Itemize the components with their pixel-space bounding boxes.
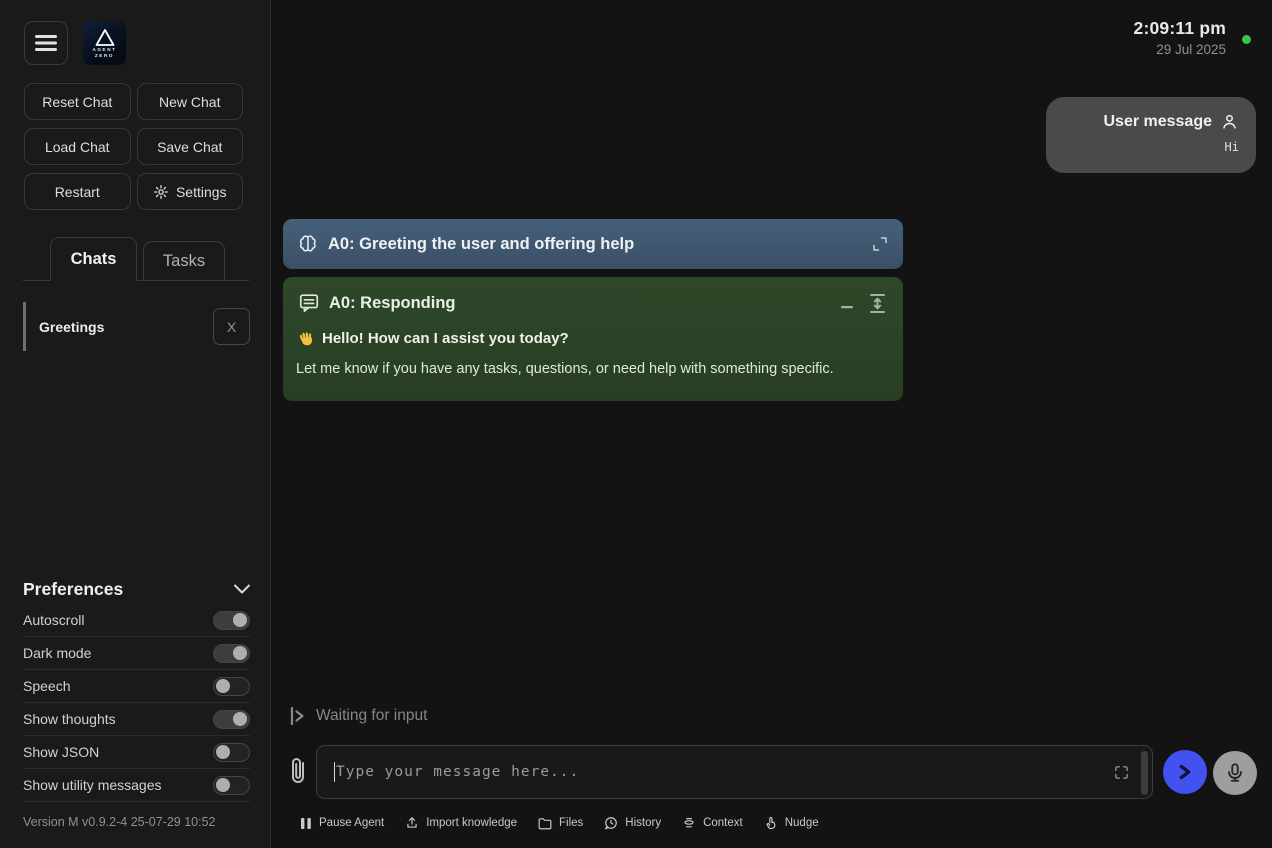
expand-diagonal-icon[interactable] <box>871 235 889 253</box>
history-button[interactable]: History <box>604 816 661 830</box>
show-utility-messages-toggle[interactable] <box>213 775 250 795</box>
chat-list: Greetings X <box>23 302 250 351</box>
autoscroll-toggle[interactable] <box>213 610 250 630</box>
person-icon <box>1220 112 1239 131</box>
user-message-body: Hi <box>1224 140 1239 154</box>
load-chat-button[interactable]: Load Chat <box>24 128 131 165</box>
pref-row-autoscroll: Autoscroll <box>23 604 250 637</box>
new-chat-button[interactable]: New Chat <box>136 83 243 120</box>
preferences-section: Preferences Autoscroll Dark mode Speech … <box>23 574 250 829</box>
pref-row-show-thoughts: Show thoughts <box>23 703 250 736</box>
preferences-header[interactable]: Preferences <box>23 574 250 604</box>
nudge-icon <box>764 816 778 830</box>
expand-vertical-icon[interactable] <box>869 293 886 314</box>
sidebar-button-grid: Reset Chat New Chat Load Chat Save Chat … <box>24 83 243 210</box>
user-message-title: User message <box>1103 112 1212 130</box>
agent-response-title: A0: Responding <box>329 293 456 312</box>
agent-group-header[interactable]: A0: Greeting the user and offering help <box>283 219 903 269</box>
list-item-chat-greetings[interactable]: Greetings X <box>23 302 250 351</box>
show-thoughts-toggle[interactable] <box>213 709 250 729</box>
microphone-icon <box>1224 762 1246 784</box>
agent-response-line1: Hello! How can I assist you today? <box>322 330 569 347</box>
speech-toggle[interactable] <box>213 676 250 696</box>
context-button[interactable]: Context <box>682 816 743 830</box>
gear-icon <box>153 184 169 200</box>
expand-input-icon[interactable] <box>1113 764 1130 781</box>
pref-row-show-utility: Show utility messages <box>23 769 250 802</box>
agent-response-line2: Let me know if you have any tasks, quest… <box>296 361 834 377</box>
pref-row-dark-mode: Dark mode <box>23 637 250 670</box>
chat-close-button[interactable]: X <box>213 308 250 345</box>
clock-time: 2:09:11 pm <box>1133 18 1226 38</box>
show-json-toggle[interactable] <box>213 742 250 762</box>
context-icon <box>682 816 696 830</box>
restart-button[interactable]: Restart <box>24 173 131 210</box>
user-message-bubble: User message Hi <box>1046 97 1256 173</box>
attachment-paperclip-icon[interactable] <box>288 756 308 787</box>
logo-text-line1: AGENT <box>92 46 117 52</box>
text-caret <box>334 762 335 782</box>
tab-chats[interactable]: Chats <box>50 237 137 281</box>
clock: 2:09:11 pm 29 Jul 2025 <box>1134 18 1226 57</box>
brain-icon <box>297 233 319 255</box>
sidebar-topbar: AGENT ZERO <box>24 21 126 65</box>
pause-agent-button[interactable]: Pause Agent <box>300 817 384 830</box>
logo-text-line2: ZERO <box>94 52 115 58</box>
sidebar-tabs: Chats Tasks <box>23 236 249 281</box>
preferences-title: Preferences <box>23 578 124 599</box>
sidebar: AGENT ZERO Reset Chat New Chat Load Chat… <box>0 0 271 848</box>
send-button[interactable] <box>1163 750 1207 794</box>
import-knowledge-button[interactable]: Import knowledge <box>405 816 517 830</box>
input-scrollbar[interactable] <box>1141 751 1148 795</box>
clock-date: 29 Jul 2025 <box>1156 42 1226 57</box>
status-row: Waiting for input <box>290 706 427 726</box>
wave-emoji-icon <box>298 330 315 347</box>
microphone-button[interactable] <box>1213 751 1257 795</box>
agent-zero-logo[interactable]: AGENT ZERO <box>83 21 126 65</box>
version-label: Version M v0.9.2-4 25-07-29 10:52 <box>23 815 216 829</box>
nudge-button[interactable]: Nudge <box>764 816 819 830</box>
pref-row-show-json: Show JSON <box>23 736 250 769</box>
history-icon <box>604 816 618 830</box>
message-input-placeholder: Type your message here... <box>336 764 580 780</box>
chat-bubble-icon <box>298 292 320 314</box>
pause-icon <box>300 817 312 830</box>
folder-icon <box>538 817 552 830</box>
reset-chat-button[interactable]: Reset Chat <box>24 83 131 120</box>
agent-zero-logo-icon <box>95 28 115 46</box>
dark-mode-toggle[interactable] <box>213 643 250 663</box>
send-arrow-icon <box>1174 761 1196 783</box>
minimize-icon[interactable] <box>840 296 854 310</box>
files-button[interactable]: Files <box>538 817 583 830</box>
settings-button[interactable]: Settings <box>136 173 243 210</box>
bottom-toolbar: Pause Agent Import knowledge Files Histo… <box>300 816 819 830</box>
upload-icon <box>405 816 419 830</box>
status-text: Waiting for input <box>316 707 428 724</box>
agent-response-message: A0: Responding Hello! How can I assist y… <box>283 277 903 401</box>
agent-group-title: A0: Greeting the user and offering help <box>328 234 635 253</box>
message-input[interactable]: Type your message here... <box>316 745 1153 799</box>
waiting-input-icon <box>290 706 305 726</box>
hamburger-menu-button[interactable] <box>24 21 68 65</box>
tab-tasks[interactable]: Tasks <box>143 241 225 280</box>
chevron-down-icon <box>234 584 250 594</box>
hamburger-icon <box>34 34 58 52</box>
chat-item-title: Greetings <box>39 318 105 335</box>
save-chat-button[interactable]: Save Chat <box>136 128 243 165</box>
pref-row-speech: Speech <box>23 670 250 703</box>
status-dot <box>1242 35 1251 44</box>
